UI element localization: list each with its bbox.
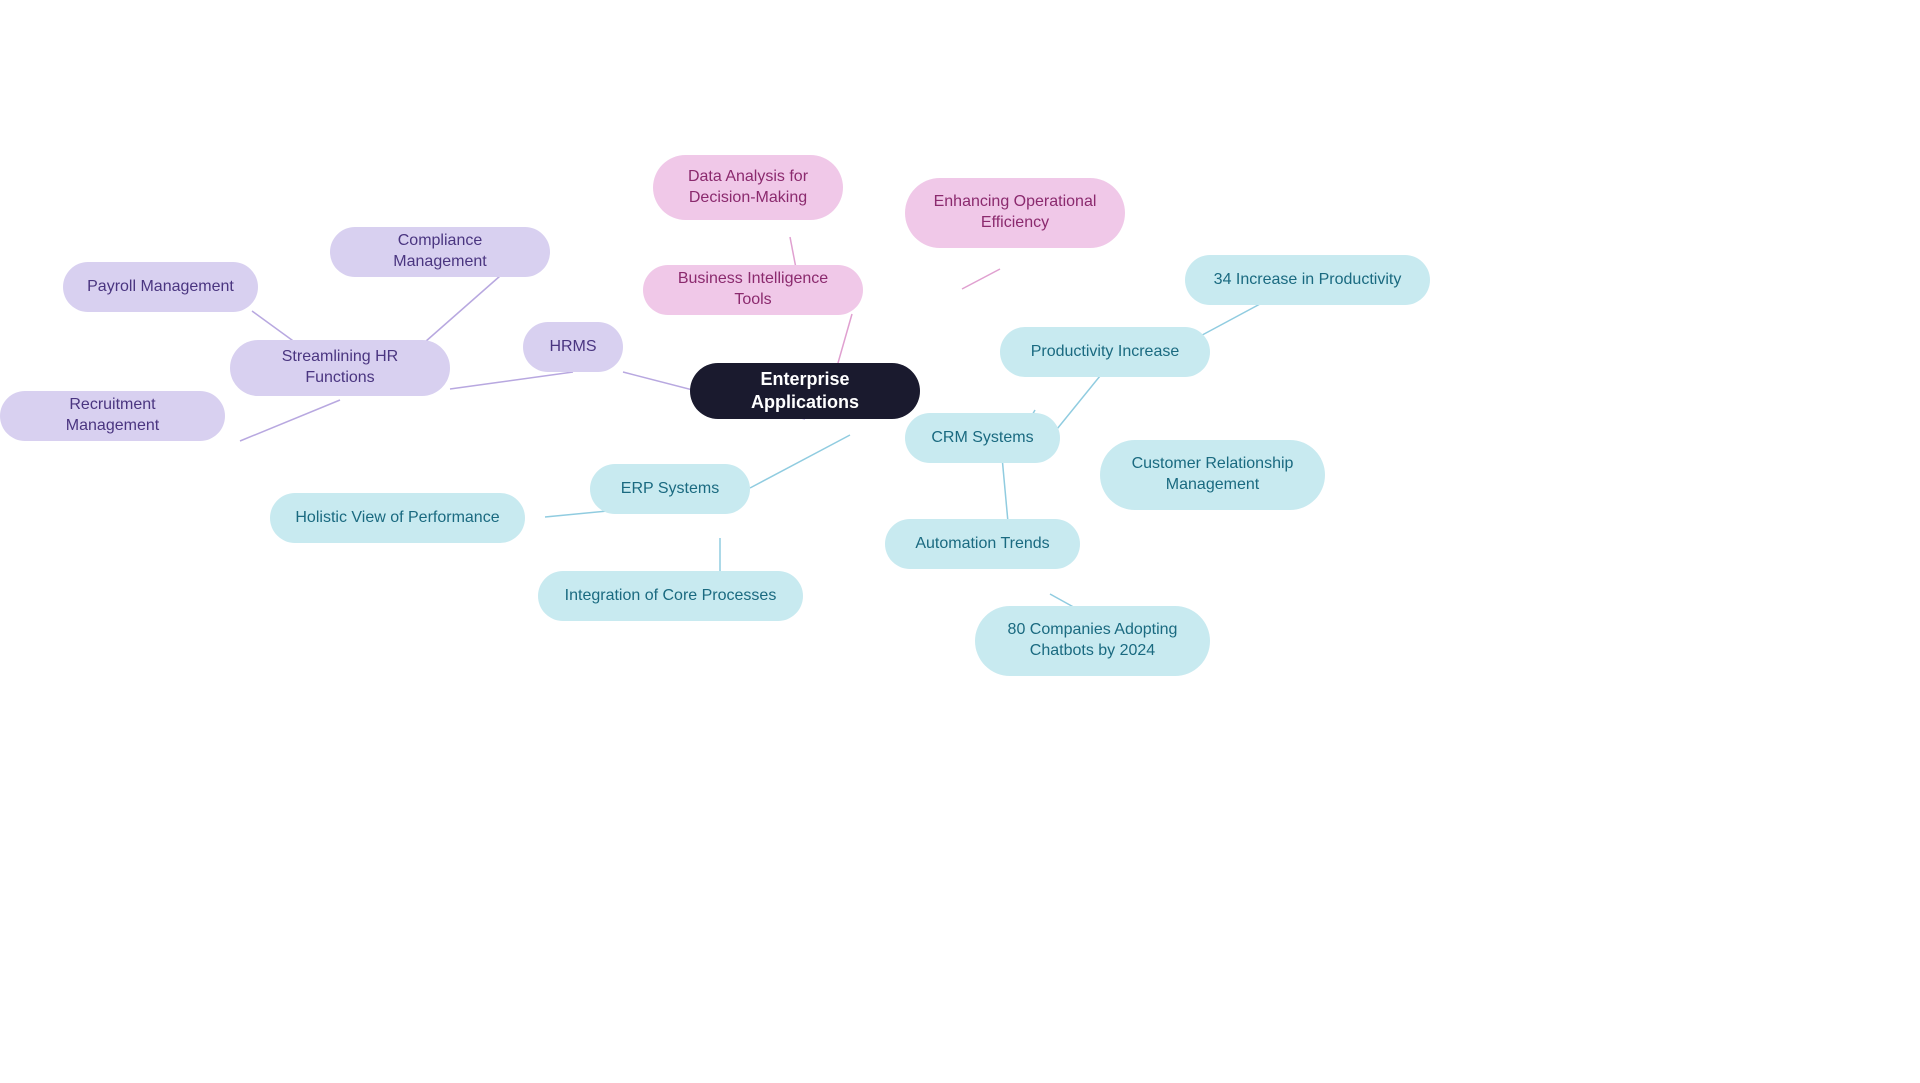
data-analysis-label: Data Analysis for Decision-Making <box>675 167 821 209</box>
34-increase-node[interactable]: 34 Increase in Productivity <box>1185 255 1430 305</box>
crm-full-label: Customer Relationship Management <box>1122 454 1303 496</box>
bi-tools-node[interactable]: Business Intelligence Tools <box>643 265 863 315</box>
payroll-label: Payroll Management <box>87 277 234 298</box>
enhancing-node[interactable]: Enhancing Operational Efficiency <box>905 178 1125 248</box>
hrms-node[interactable]: HRMS <box>523 322 623 372</box>
crm-label: CRM Systems <box>931 428 1033 449</box>
erp-node[interactable]: ERP Systems <box>590 464 750 514</box>
productivity-increase-node[interactable]: Productivity Increase <box>1000 327 1210 377</box>
payroll-node[interactable]: Payroll Management <box>63 262 258 312</box>
hrms-label: HRMS <box>549 337 596 358</box>
holistic-node[interactable]: Holistic View of Performance <box>270 493 525 543</box>
holistic-label: Holistic View of Performance <box>295 508 499 529</box>
erp-label: ERP Systems <box>621 479 719 500</box>
data-analysis-node[interactable]: Data Analysis for Decision-Making <box>653 155 843 220</box>
center-node[interactable]: Enterprise Applications <box>690 363 920 419</box>
recruitment-label: Recruitment Management <box>22 395 203 437</box>
streamlining-label: Streamlining HR Functions <box>252 347 428 389</box>
crm-node[interactable]: CRM Systems <box>905 413 1060 463</box>
bi-tools-label: Business Intelligence Tools <box>665 269 841 311</box>
compliance-node[interactable]: Compliance Management <box>330 227 550 277</box>
mindmap-canvas: Enterprise Applications HRMS Streamlinin… <box>0 0 1920 1083</box>
chatbots-label: 80 Companies Adopting Chatbots by 2024 <box>997 620 1188 662</box>
automation-label: Automation Trends <box>915 534 1049 555</box>
integration-label: Integration of Core Processes <box>565 586 777 607</box>
productivity-increase-label: Productivity Increase <box>1031 342 1180 363</box>
chatbots-node[interactable]: 80 Companies Adopting Chatbots by 2024 <box>975 606 1210 676</box>
integration-node[interactable]: Integration of Core Processes <box>538 571 803 621</box>
enhancing-label: Enhancing Operational Efficiency <box>927 192 1103 234</box>
crm-full-node[interactable]: Customer Relationship Management <box>1100 440 1325 510</box>
automation-node[interactable]: Automation Trends <box>885 519 1080 569</box>
compliance-label: Compliance Management <box>352 231 528 273</box>
34-increase-label: 34 Increase in Productivity <box>1214 270 1402 291</box>
streamlining-node[interactable]: Streamlining HR Functions <box>230 340 450 396</box>
recruitment-node[interactable]: Recruitment Management <box>0 391 225 441</box>
center-label: Enterprise Applications <box>726 368 884 415</box>
